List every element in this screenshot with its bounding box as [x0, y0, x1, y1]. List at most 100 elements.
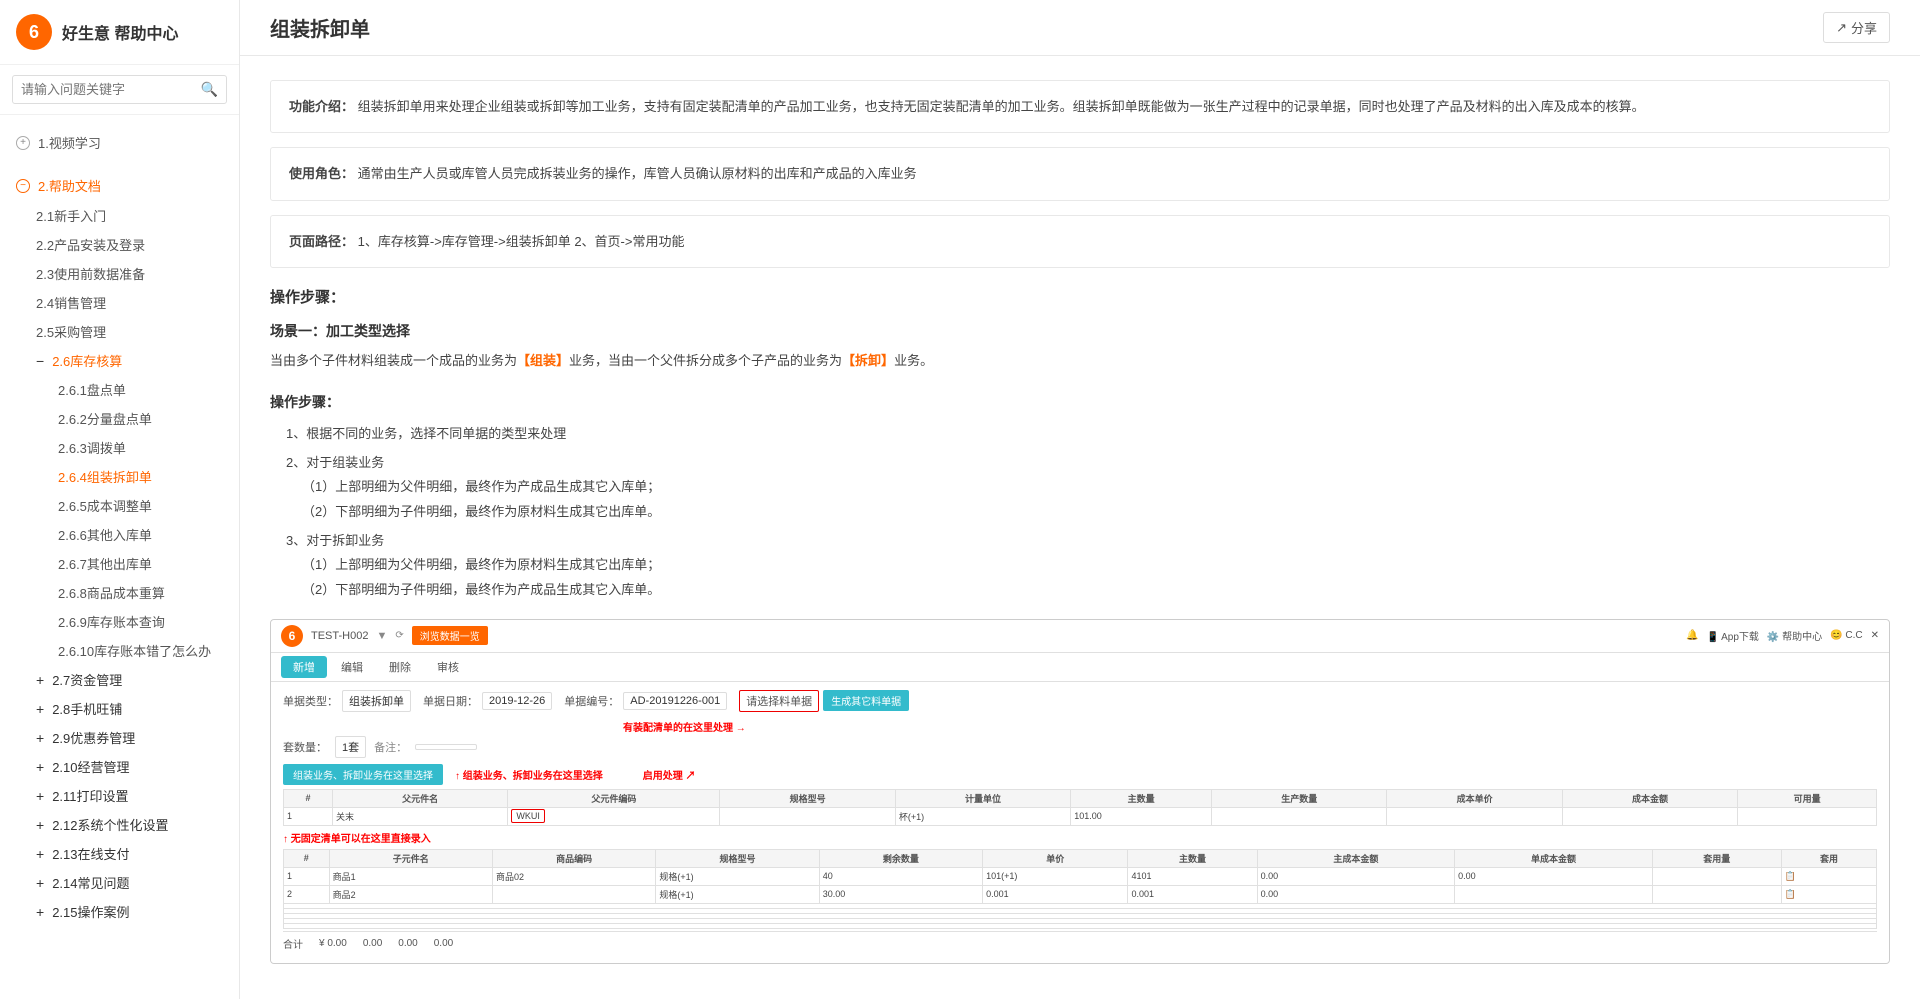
nav-section-docs: − 2.帮助文档 2.1新手入门 2.2产品安装及登录 2.3使用前数据准备 2…: [0, 164, 239, 932]
path-text: 1、库存核算->库存管理->组装拆卸单 2、首页->常用功能: [358, 234, 685, 249]
share-button[interactable]: ↗ 分享: [1823, 12, 1890, 43]
cell-main-cost-2: 0.00: [1257, 885, 1455, 903]
footer-total-label: 合计: [283, 936, 303, 951]
sidebar-item-cost[interactable]: 2.6.5成本调整单: [58, 491, 239, 520]
sidebar-item-other-in[interactable]: 2.6.6其他入库单: [58, 520, 239, 549]
col-num: #: [284, 789, 333, 807]
sidebar-item-inv-error[interactable]: 2.6.10库存账本错了怎么办: [58, 636, 239, 665]
search-icon[interactable]: 🔍: [201, 81, 218, 98]
sidebar-item-capital[interactable]: + 2.7资金管理: [36, 665, 239, 694]
sidebar-item-stocktake[interactable]: 2.6.1盘点单: [58, 375, 239, 404]
sidebar-item-inv-query[interactable]: 2.6.9库存账本查询: [58, 607, 239, 636]
col-main-qty: 主数量: [1071, 789, 1212, 807]
sidebar-item-mobile[interactable]: + 2.8手机旺铺: [36, 694, 239, 723]
sidebar-item-cases[interactable]: + 2.15操作案例: [36, 897, 239, 926]
tab-delete[interactable]: 删除: [377, 656, 423, 678]
app-nav-tabs: 新增 编辑 删除 审核: [271, 653, 1889, 682]
sidebar-item-sales[interactable]: 2.4销售管理: [36, 288, 239, 317]
tab-new[interactable]: 新增: [281, 656, 327, 678]
cell-spec: [720, 807, 895, 825]
cell-main-qty-2: 0.001: [1128, 885, 1257, 903]
footer-val3: 0.00: [398, 938, 417, 949]
cell-prod-qty: [1212, 807, 1387, 825]
content-area: 功能介绍： 组装拆卸单用来处理企业组装或拆卸等加工业务，支持有固定装配清单的产品…: [240, 56, 1920, 999]
remark-input[interactable]: [415, 744, 477, 750]
browse-data-btn[interactable]: 浏览数据一览: [412, 626, 488, 645]
cell-goods-code-2: [492, 885, 655, 903]
sidebar-item-goods-cost[interactable]: 2.6.8商品成本重算: [58, 578, 239, 607]
col-price: 单价: [983, 849, 1128, 867]
collapse-icon-inventory: −: [36, 353, 44, 369]
step1: 1、根据不同的业务，选择不同单据的类型来处理: [286, 422, 1890, 447]
sidebar-item-data[interactable]: 2.3使用前数据准备: [36, 259, 239, 288]
form-date: 单据日期： 2019-12-26: [423, 692, 552, 710]
col-available: 可用量: [1738, 789, 1877, 807]
path-label: 页面路径：: [289, 234, 354, 249]
scene1-title: 场景一：加工类型选择: [270, 321, 1890, 341]
doctype-value: 组装拆卸单: [342, 690, 411, 712]
sidebar-item-sys[interactable]: + 2.12系统个性化设置: [36, 810, 239, 839]
annotation-text-4: ↑ 无固定清单可以在这里直接录入: [283, 830, 1877, 845]
app-icon-bell: 🔔: [1686, 630, 1698, 641]
cell-spec-2: 规格(+1): [656, 885, 819, 903]
expand-icon-cases: +: [36, 904, 44, 920]
cell-remain-1: 40: [819, 867, 982, 885]
search-input[interactable]: [21, 82, 201, 97]
search-box: 🔍: [0, 65, 239, 115]
cell-parent-code: WKUI: [508, 807, 720, 825]
cell-unit-cost-2: [1455, 885, 1653, 903]
sidebar-item-ops[interactable]: + 2.10经营管理: [36, 752, 239, 781]
path-block: 页面路径： 1、库存核算->库存管理->组装拆卸单 2、首页->常用功能: [270, 215, 1890, 268]
annotation-text-3: 启用处理 ↗: [643, 767, 696, 782]
app-close-icon[interactable]: ✕: [1871, 630, 1879, 641]
app-form-area: 单据类型： 组装拆卸单 单据日期： 2019-12-26 单据编号： AD-20…: [271, 682, 1889, 963]
sidebar-item-install[interactable]: 2.2产品安装及登录: [36, 230, 239, 259]
sidebar-item-other-out[interactable]: 2.6.7其他出库单: [58, 549, 239, 578]
table-row: 1 关末 WKUI 杯(+1) 101.00: [284, 807, 1877, 825]
expand-icon-print: +: [36, 788, 44, 804]
col-spec: 规格型号: [720, 789, 895, 807]
search-input-wrap[interactable]: 🔍: [12, 75, 227, 104]
tab-approve[interactable]: 审核: [425, 656, 471, 678]
parent-code-input[interactable]: WKUI: [511, 809, 545, 823]
annotation-text-1: 有装配清单的在这里处理 →: [623, 723, 746, 734]
sidebar-item-print[interactable]: + 2.11打印设置: [36, 781, 239, 810]
page-title: 组装拆卸单: [270, 13, 370, 42]
app-icon-user: 😊 C.C: [1830, 630, 1862, 641]
sidebar-item-video[interactable]: + 1.视频学习: [0, 127, 239, 158]
sidebar-item-assembly[interactable]: 2.6.4组装拆卸单: [58, 462, 239, 491]
sidebar-item-transfer[interactable]: 2.6.3调拨单: [58, 433, 239, 462]
sidebar-item-purchase[interactable]: 2.5采购管理: [36, 317, 239, 346]
assembly-tab-btn[interactable]: 组装业务、拆卸业务在这里选择: [283, 764, 443, 785]
sidebar-item-docs[interactable]: − 2.帮助文档: [0, 170, 239, 201]
col-prod-qty: 生产数量: [1212, 789, 1387, 807]
app-selector: TEST-H002: [311, 630, 368, 642]
video-label: 1.视频学习: [38, 133, 101, 152]
app-logo: 6: [281, 625, 303, 647]
upper-table: # 父元件名 父元件编码 规格型号 计量单位 主数量 生产数量 成本单价 成本金…: [283, 789, 1877, 826]
sidebar-item-pay[interactable]: + 2.13在线支付: [36, 839, 239, 868]
assembly-select-input[interactable]: 请选择料单据: [739, 690, 819, 712]
sidebar-item-split-stocktake[interactable]: 2.6.2分量盘点单: [58, 404, 239, 433]
col-main-qty2: 主数量: [1128, 849, 1257, 867]
sidebar-item-faq[interactable]: + 2.14常见问题: [36, 868, 239, 897]
step2: 2、对于组装业务: [286, 451, 1890, 476]
sidebar-item-new[interactable]: 2.1新手入门: [36, 201, 239, 230]
generate-btn[interactable]: 生成其它料单据: [823, 690, 909, 711]
form-row-1: 单据类型： 组装拆卸单 单据日期： 2019-12-26 单据编号： AD-20…: [283, 690, 1877, 712]
cell-num: 1: [284, 807, 333, 825]
share-icon: ↗: [1836, 20, 1847, 36]
sidebar-item-inventory[interactable]: − 2.6库存核算: [36, 346, 239, 375]
cell-unit-cost-1: 0.00: [1455, 867, 1653, 885]
step3-2: （2）下部明细为子件明细，最终作为产成品生成其它入库单。: [302, 578, 1890, 603]
tab-edit[interactable]: 编辑: [329, 656, 375, 678]
sidebar-item-coupon[interactable]: + 2.9优惠券管理: [36, 723, 239, 752]
empty-row-7: [284, 923, 1877, 928]
annotation-row-1: 有装配清单的在这里处理 →: [283, 718, 1877, 734]
lower-table-header-row: # 子元件名 商品编码 规格型号 剩余数量 单价 主数量 主成本金额 单成本金额…: [284, 849, 1877, 867]
date-value: 2019-12-26: [482, 692, 552, 710]
qty-label: 套数量：: [283, 739, 327, 755]
cell-main-qty-1: 4101: [1128, 867, 1257, 885]
cell-parent-name: 关末: [332, 807, 507, 825]
col-unit-cost: 单成本金额: [1455, 849, 1653, 867]
